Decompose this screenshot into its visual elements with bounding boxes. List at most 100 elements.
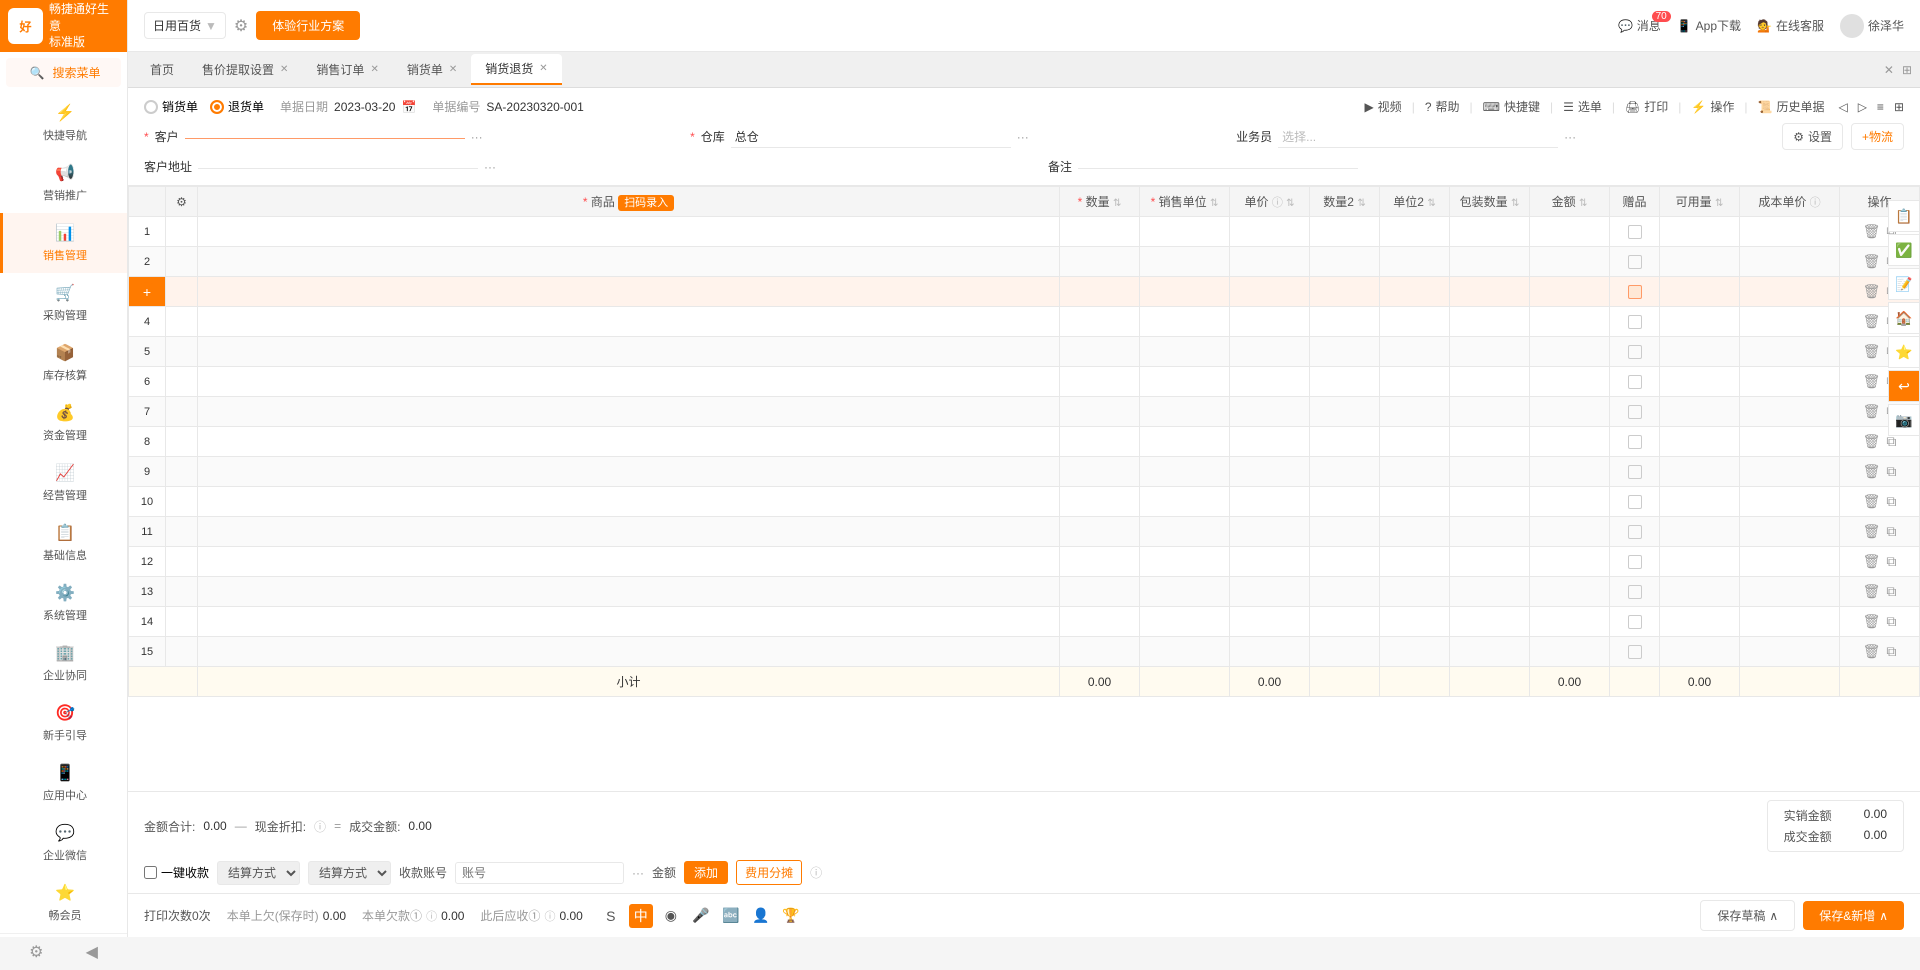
- action-history[interactable]: 📜 历史单据: [1757, 98, 1824, 115]
- quantity2-cell[interactable]: [1310, 277, 1380, 307]
- payment-checkbox-input[interactable]: [144, 866, 157, 879]
- delete-icon[interactable]: 🗑: [1863, 583, 1881, 600]
- sidebar-item-operation[interactable]: 📈 经营管理: [0, 453, 127, 513]
- cost-price-cell[interactable]: [1740, 277, 1840, 307]
- gift-cell[interactable]: [1610, 217, 1660, 247]
- available-cell[interactable]: [1660, 277, 1740, 307]
- delete-icon[interactable]: 🗑: [1863, 253, 1881, 270]
- sidebar-item-system[interactable]: ⚙️ 系统管理: [0, 573, 127, 633]
- unit-price-cell[interactable]: [1230, 457, 1310, 487]
- available-cell[interactable]: [1660, 547, 1740, 577]
- float-item-7[interactable]: 📷: [1888, 404, 1920, 436]
- gift-cell[interactable]: [1610, 577, 1660, 607]
- package-qty-cell[interactable]: [1450, 487, 1530, 517]
- cost-price-cell[interactable]: [1740, 637, 1840, 667]
- unit-price-cell[interactable]: [1230, 367, 1310, 397]
- unit-price-cell[interactable]: [1230, 637, 1310, 667]
- quantity-cell[interactable]: [1060, 457, 1140, 487]
- cost-price-cell[interactable]: [1740, 337, 1840, 367]
- tool-icon-4[interactable]: 🎤: [689, 904, 713, 928]
- cost-price-cell[interactable]: [1740, 247, 1840, 277]
- quantity-cell[interactable]: [1060, 247, 1140, 277]
- sort-icon[interactable]: ⇅: [1113, 198, 1121, 209]
- quantity-cell[interactable]: [1060, 577, 1140, 607]
- sidebar-item-shortcut[interactable]: ⚡ 快捷导航: [0, 93, 127, 153]
- gift-checkbox[interactable]: [1628, 375, 1642, 389]
- unit2-cell[interactable]: [1380, 307, 1450, 337]
- app-download[interactable]: 📱 App下载: [1677, 17, 1741, 34]
- sales-unit-cell[interactable]: [1140, 367, 1230, 397]
- unit-price-cell[interactable]: [1230, 547, 1310, 577]
- sales-unit-cell[interactable]: [1140, 607, 1230, 637]
- unit2-cell[interactable]: [1380, 607, 1450, 637]
- sidebar-item-finance[interactable]: 💰 资金管理: [0, 393, 127, 453]
- available-cell[interactable]: [1660, 397, 1740, 427]
- tool-icon-1[interactable]: S: [599, 904, 623, 928]
- product-cell[interactable]: [198, 487, 1060, 517]
- product-cell[interactable]: [198, 547, 1060, 577]
- product-cell[interactable]: [198, 397, 1060, 427]
- delete-icon[interactable]: 🗑: [1863, 343, 1881, 360]
- tab-sales-delivery[interactable]: 销货单 ✕: [393, 55, 471, 84]
- tab-price-set[interactable]: 售价提取设置 ✕: [188, 55, 302, 84]
- sales-unit-cell[interactable]: [1140, 457, 1230, 487]
- scan-button[interactable]: 扫码录入: [618, 195, 674, 211]
- quantity2-cell[interactable]: [1310, 547, 1380, 577]
- quantity2-cell[interactable]: [1310, 247, 1380, 277]
- trial-button[interactable]: 体验行业方案: [256, 11, 360, 40]
- sales-unit-cell[interactable]: [1140, 637, 1230, 667]
- address-input[interactable]: [198, 164, 478, 169]
- sales-unit-cell[interactable]: [1140, 427, 1230, 457]
- info-icon[interactable]: ⓘ: [1810, 197, 1821, 209]
- sidebar-item-member[interactable]: ⭐ 畅会员: [0, 873, 127, 933]
- staff-select-btn[interactable]: ···: [1564, 130, 1576, 144]
- unit-price-cell[interactable]: [1230, 247, 1310, 277]
- gift-checkbox[interactable]: [1628, 555, 1642, 569]
- notes-input[interactable]: [1078, 164, 1358, 169]
- quantity2-cell[interactable]: [1310, 367, 1380, 397]
- tab-close-icon[interactable]: ✕: [539, 63, 547, 74]
- available-cell[interactable]: [1660, 487, 1740, 517]
- cost-price-cell[interactable]: [1740, 517, 1840, 547]
- cost-price-cell[interactable]: [1740, 427, 1840, 457]
- account-input[interactable]: [455, 862, 624, 884]
- sales-unit-cell[interactable]: [1140, 517, 1230, 547]
- code-value[interactable]: SA-20230320-001: [486, 100, 583, 114]
- unit2-cell[interactable]: [1380, 367, 1450, 397]
- cost-price-cell[interactable]: [1740, 487, 1840, 517]
- collapse-icon[interactable]: ◀: [86, 942, 98, 962]
- copy-icon[interactable]: ⧉: [1886, 613, 1896, 630]
- unit-price-cell[interactable]: [1230, 427, 1310, 457]
- warehouse-input[interactable]: 总仓: [731, 126, 1011, 148]
- sales-unit-cell[interactable]: [1140, 337, 1230, 367]
- cost-price-cell[interactable]: [1740, 217, 1840, 247]
- tab-close-all-icon[interactable]: ✕: [1884, 63, 1894, 77]
- product-cell-active[interactable]: [198, 277, 1060, 307]
- sidebar-item-inventory[interactable]: 📦 库存核算: [0, 333, 127, 393]
- add-row-btn[interactable]: +: [137, 282, 157, 302]
- warehouse-select-btn[interactable]: ···: [1017, 130, 1029, 144]
- nav-next[interactable]: ▷: [1858, 100, 1867, 114]
- float-item-5[interactable]: ⭐: [1888, 336, 1920, 368]
- gift-cell[interactable]: [1610, 277, 1660, 307]
- amount-cell[interactable]: [1530, 517, 1610, 547]
- product-cell[interactable]: [198, 577, 1060, 607]
- action-select[interactable]: ☰ 选单: [1563, 98, 1602, 115]
- radio-sales-return[interactable]: 退货单: [210, 98, 264, 115]
- gift-cell[interactable]: [1610, 487, 1660, 517]
- quantity2-cell[interactable]: [1310, 307, 1380, 337]
- quantity-cell[interactable]: [1060, 517, 1140, 547]
- unit-price-cell[interactable]: [1230, 577, 1310, 607]
- split-btn[interactable]: 费用分摊: [736, 860, 802, 885]
- delete-icon[interactable]: 🗑: [1863, 313, 1881, 330]
- amount-cell[interactable]: [1530, 217, 1610, 247]
- settings-icon[interactable]: ⚙: [29, 942, 43, 962]
- tab-close-icon[interactable]: ✕: [280, 64, 288, 75]
- unit2-cell[interactable]: [1380, 427, 1450, 457]
- float-item-4[interactable]: 🏠: [1888, 302, 1920, 334]
- package-qty-cell[interactable]: [1450, 247, 1530, 277]
- unit2-cell[interactable]: [1380, 517, 1450, 547]
- unit-price-cell[interactable]: [1230, 607, 1310, 637]
- amount-cell[interactable]: [1530, 397, 1610, 427]
- package-qty-cell[interactable]: [1450, 307, 1530, 337]
